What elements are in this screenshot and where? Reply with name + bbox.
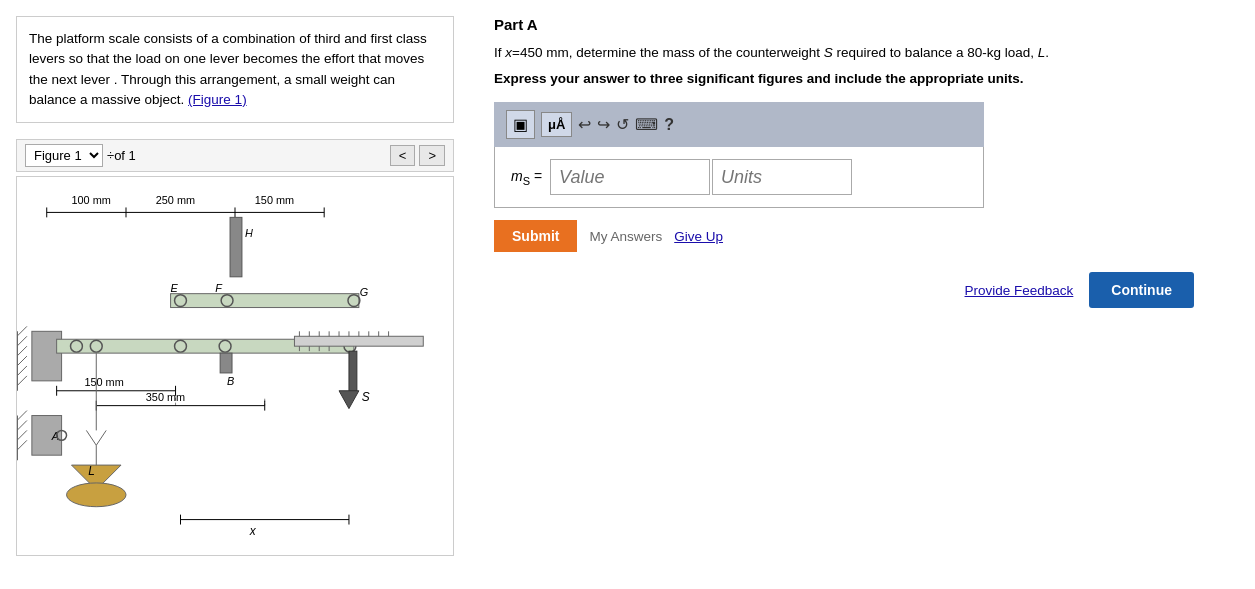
svg-line-57 <box>86 430 96 445</box>
svg-line-31 <box>17 411 27 421</box>
redo-icon[interactable]: ↪ <box>597 115 610 134</box>
svg-text:H: H <box>245 227 253 239</box>
svg-text:150 mm: 150 mm <box>84 376 123 388</box>
svg-text:G: G <box>360 286 368 298</box>
svg-text:L: L <box>88 464 95 478</box>
svg-rect-10 <box>230 217 242 276</box>
figure-link[interactable]: (Figure 1) <box>188 92 247 107</box>
svg-text:250 mm: 250 mm <box>156 194 195 206</box>
svg-text:E: E <box>171 282 179 294</box>
svg-line-28 <box>17 376 27 386</box>
answer-toolbar: ▣ μÅ ↩ ↪ ↺ ⌨ ? <box>494 102 984 147</box>
svg-point-60 <box>67 483 126 507</box>
left-panel: The platform scale consists of a combina… <box>0 0 470 589</box>
undo-icon[interactable]: ↩ <box>578 115 591 134</box>
svg-line-33 <box>17 430 27 440</box>
mu-label: μÅ <box>548 117 565 132</box>
figure-of-label: of 1 <box>114 148 136 163</box>
part-question: If x=450 mm, determine the mass of the c… <box>494 43 1231 63</box>
value-input[interactable] <box>550 159 710 195</box>
help-icon[interactable]: ? <box>664 116 674 134</box>
figure-area: 100 mm 250 mm 150 mm H E F G C D <box>16 176 454 556</box>
svg-line-25 <box>17 346 27 356</box>
svg-rect-62 <box>294 336 423 346</box>
mu-button[interactable]: μÅ <box>541 112 572 137</box>
give-up-link[interactable]: Give Up <box>674 229 723 244</box>
right-panel: Part A If x=450 mm, determine the mass o… <box>470 0 1255 589</box>
submit-button[interactable]: Submit <box>494 220 577 252</box>
figure-controls: Figure 1 ÷ of 1 < > <box>16 139 454 172</box>
svg-line-32 <box>17 421 27 431</box>
svg-rect-51 <box>220 353 232 373</box>
svg-marker-78 <box>339 391 359 409</box>
blocks-button[interactable]: ▣ <box>506 110 535 139</box>
svg-line-24 <box>17 336 27 346</box>
part-label: Part A <box>494 16 1231 33</box>
svg-text:F: F <box>215 282 223 294</box>
ms-label: mS = <box>511 168 542 187</box>
svg-text:350 mm: 350 mm <box>146 391 185 403</box>
diagram-svg: 100 mm 250 mm 150 mm H E F G C D <box>17 177 453 555</box>
svg-rect-14 <box>171 294 359 308</box>
svg-rect-77 <box>349 351 357 391</box>
svg-line-34 <box>17 440 27 450</box>
svg-text:x: x <box>249 524 257 538</box>
feedback-row: Provide Feedback Continue <box>494 272 1194 308</box>
problem-text-box: The platform scale consists of a combina… <box>16 16 454 123</box>
keyboard-icon[interactable]: ⌨ <box>635 115 658 134</box>
my-answers-link[interactable]: My Answers <box>589 229 662 244</box>
svg-text:100 mm: 100 mm <box>72 194 111 206</box>
svg-line-26 <box>17 356 27 366</box>
svg-text:150 mm: 150 mm <box>255 194 294 206</box>
svg-line-27 <box>17 366 27 376</box>
provide-feedback-link[interactable]: Provide Feedback <box>965 283 1074 298</box>
submit-row: Submit My Answers Give Up <box>494 220 1231 252</box>
continue-button[interactable]: Continue <box>1089 272 1194 308</box>
svg-line-58 <box>96 430 106 445</box>
svg-line-23 <box>17 326 27 336</box>
svg-text:B: B <box>227 375 234 387</box>
figure-select[interactable]: Figure 1 <box>25 144 103 167</box>
figure-next-button[interactable]: > <box>419 145 445 166</box>
blocks-icon: ▣ <box>513 115 528 134</box>
figure-prev-button[interactable]: < <box>390 145 416 166</box>
part-instruction: Express your answer to three significant… <box>494 71 1231 86</box>
units-input[interactable] <box>712 159 852 195</box>
refresh-icon[interactable]: ↺ <box>616 115 629 134</box>
answer-row: mS = <box>494 147 984 208</box>
svg-text:S: S <box>362 390 370 404</box>
